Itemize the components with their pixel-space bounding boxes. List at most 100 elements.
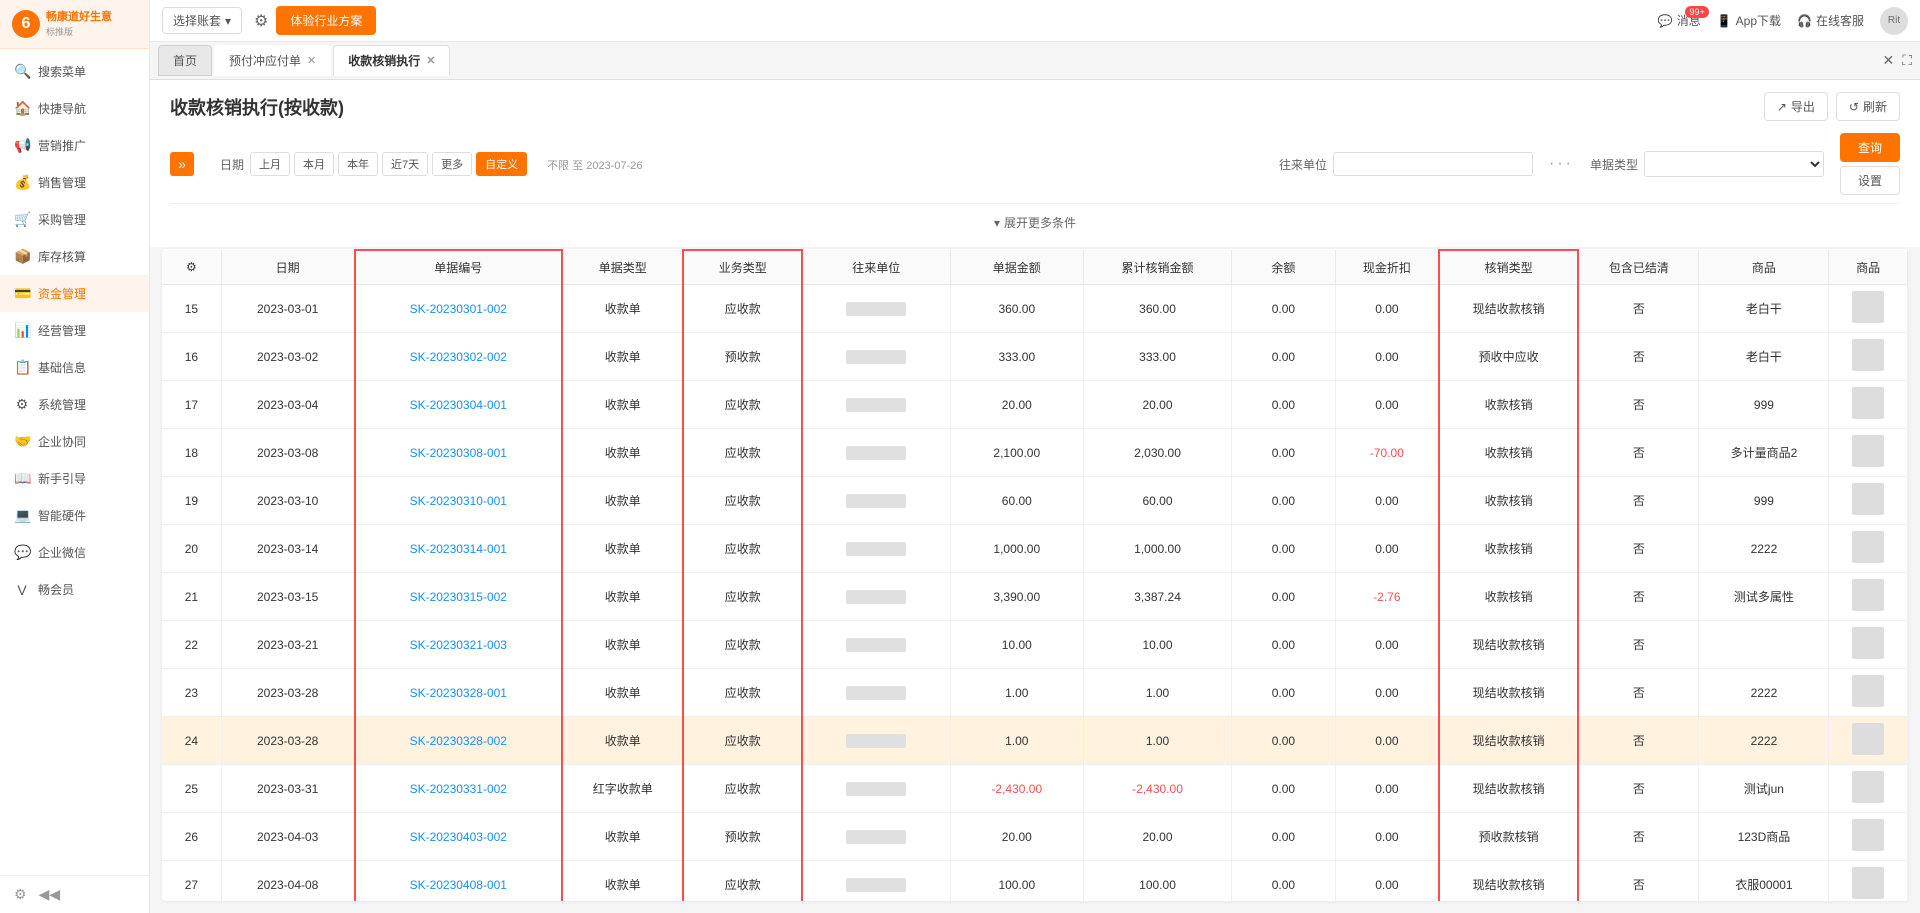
page-title: 收款核销执行(按收款): [170, 94, 344, 120]
account-selector[interactable]: 选择账套 ▾: [162, 7, 242, 34]
th-settings[interactable]: ⚙: [162, 250, 221, 285]
cell-doctype: 收款单: [562, 813, 684, 861]
th-date[interactable]: 日期: [221, 250, 354, 285]
cell-goods-img: [1829, 285, 1908, 333]
cell-goods: 2222: [1699, 525, 1829, 573]
tab-prepay[interactable]: 预付冲应付单 ✕: [214, 45, 331, 76]
sidebar-item-marketing[interactable]: 📢 营销推广: [0, 127, 149, 164]
docno-link[interactable]: SK-20230403-002: [410, 830, 507, 844]
cell-amount: 3,390.00: [950, 573, 1083, 621]
cell-discount: 0.00: [1335, 333, 1439, 381]
cell-doctype: 收款单: [562, 333, 684, 381]
cell-doctype: 收款单: [562, 861, 684, 902]
th-partner[interactable]: 往来单位: [802, 250, 950, 285]
th-verify-type[interactable]: 核销类型: [1439, 250, 1578, 285]
expand-conditions-btn[interactable]: ▾ 展开更多条件: [170, 210, 1900, 235]
solution-button[interactable]: 体验行业方案: [276, 6, 376, 35]
sidebar-item-quicknav[interactable]: 🏠 快捷导航: [0, 90, 149, 127]
th-docno[interactable]: 单据编号: [355, 250, 562, 285]
sidebar-item-inventory[interactable]: 📦 库存核算: [0, 238, 149, 275]
th-amount[interactable]: 单据金额: [950, 250, 1083, 285]
online-service-btn[interactable]: 🎧 在线客服: [1797, 12, 1864, 29]
th-include[interactable]: 包含已结清: [1578, 250, 1699, 285]
message-badge: 99+: [1685, 6, 1708, 18]
cell-order: 21: [162, 573, 221, 621]
last7days-btn[interactable]: 近7天: [382, 152, 428, 176]
cell-doctype: 收款单: [562, 669, 684, 717]
this-year-btn[interactable]: 本年: [338, 152, 378, 176]
sidebar-item-guide[interactable]: 📖 新手引导: [0, 460, 149, 497]
docno-link[interactable]: SK-20230315-002: [410, 590, 507, 604]
close-tab-btn[interactable]: ✕: [1882, 52, 1894, 69]
docno-link[interactable]: SK-20230310-001: [410, 494, 507, 508]
sidebar-item-hardware[interactable]: 💻 智能硬件: [0, 497, 149, 534]
th-verify-amount[interactable]: 累计核销金额: [1083, 250, 1231, 285]
sidebar-item-system[interactable]: ⚙ 系统管理: [0, 386, 149, 423]
message-btn[interactable]: 💬 消息 99+: [1658, 12, 1701, 29]
cell-order: 25: [162, 765, 221, 813]
sidebar-item-enterprise[interactable]: 🤝 企业协同: [0, 423, 149, 460]
th-doctype[interactable]: 单据类型: [562, 250, 684, 285]
cell-order: 16: [162, 333, 221, 381]
more-date-btn[interactable]: 更多: [432, 152, 472, 176]
collect-tab-close[interactable]: ✕: [426, 54, 435, 67]
last-month-btn[interactable]: 上月: [250, 152, 290, 176]
this-month-btn[interactable]: 本月: [294, 152, 334, 176]
purchase-icon: 🛒: [14, 211, 30, 228]
docno-link[interactable]: SK-20230331-002: [410, 782, 507, 796]
expand-arrow-icon: ▾: [994, 216, 1000, 230]
collapse-icon[interactable]: ◀◀: [39, 886, 61, 903]
cell-verify-amount: 1,000.00: [1083, 525, 1231, 573]
sidebar-item-wechat[interactable]: 💬 企业微信: [0, 534, 149, 571]
sidebar-item-purchase[interactable]: 🛒 采购管理: [0, 201, 149, 238]
maximize-tab-btn[interactable]: ⛶: [1902, 52, 1912, 69]
sidebar-item-finance[interactable]: 💳 资金管理: [0, 275, 149, 312]
topbar: 选择账套 ▾ ⚙ 体验行业方案 💬 消息 99+ 📱 App下载 🎧 在线客服 …: [150, 0, 1920, 42]
app-download-btn[interactable]: 📱 App下载: [1717, 12, 1781, 29]
partner-value: [846, 734, 906, 748]
sidebar-item-member[interactable]: V 畅会员: [0, 571, 149, 608]
docno-link[interactable]: SK-20230314-001: [410, 542, 507, 556]
prepay-tab-close[interactable]: ✕: [307, 54, 316, 67]
doctype-select[interactable]: [1644, 151, 1824, 177]
cell-docno: SK-20230328-002: [355, 717, 562, 765]
user-avatar[interactable]: Rit: [1880, 7, 1908, 35]
sidebar-item-basics[interactable]: 📋 基础信息: [0, 349, 149, 386]
docno-link[interactable]: SK-20230301-002: [410, 302, 507, 316]
th-goods[interactable]: 商品: [1699, 250, 1829, 285]
th-goods-img[interactable]: 商品: [1829, 250, 1908, 285]
cell-biztype: 应收款: [683, 477, 802, 525]
sidebar-item-search[interactable]: 🔍 搜索菜单: [0, 53, 149, 90]
docno-link[interactable]: SK-20230408-001: [410, 878, 507, 892]
docno-link[interactable]: SK-20230304-001: [410, 398, 507, 412]
sidebar-item-sales[interactable]: 💰 销售管理: [0, 164, 149, 201]
tab-home[interactable]: 首页: [158, 45, 212, 76]
docno-link[interactable]: SK-20230302-002: [410, 350, 507, 364]
cell-balance: 0.00: [1232, 285, 1336, 333]
cell-include: 否: [1578, 573, 1699, 621]
tab-collect[interactable]: 收款核销执行 ✕: [333, 45, 450, 76]
topbar-gear-icon[interactable]: ⚙: [254, 11, 268, 31]
member-icon: V: [14, 582, 30, 598]
th-biztype[interactable]: 业务类型: [683, 250, 802, 285]
cell-amount: 1.00: [950, 669, 1083, 717]
cell-verify-type: 收款核销: [1439, 477, 1578, 525]
settings-bottom-icon[interactable]: ⚙: [14, 886, 27, 903]
th-discount[interactable]: 现金折扣: [1335, 250, 1439, 285]
filter-expand-btn[interactable]: »: [170, 152, 194, 176]
th-balance[interactable]: 余额: [1232, 250, 1336, 285]
refresh-button[interactable]: ↺ 刷新: [1836, 92, 1900, 121]
cell-amount: 333.00: [950, 333, 1083, 381]
docno-link[interactable]: SK-20230328-001: [410, 686, 507, 700]
filter-settings-btn[interactable]: 设置: [1840, 166, 1900, 195]
docno-link[interactable]: SK-20230308-001: [410, 446, 507, 460]
export-button[interactable]: ↗ 导出: [1764, 92, 1828, 121]
query-button[interactable]: 查询: [1840, 133, 1900, 162]
sidebar-item-operations[interactable]: 📊 经营管理: [0, 312, 149, 349]
docno-link[interactable]: SK-20230328-002: [410, 734, 507, 748]
custom-date-btn[interactable]: 自定义: [476, 152, 527, 176]
partner-input[interactable]: [1333, 152, 1533, 176]
partner-value: [846, 830, 906, 844]
docno-link[interactable]: SK-20230321-003: [410, 638, 507, 652]
cell-discount: 0.00: [1335, 525, 1439, 573]
